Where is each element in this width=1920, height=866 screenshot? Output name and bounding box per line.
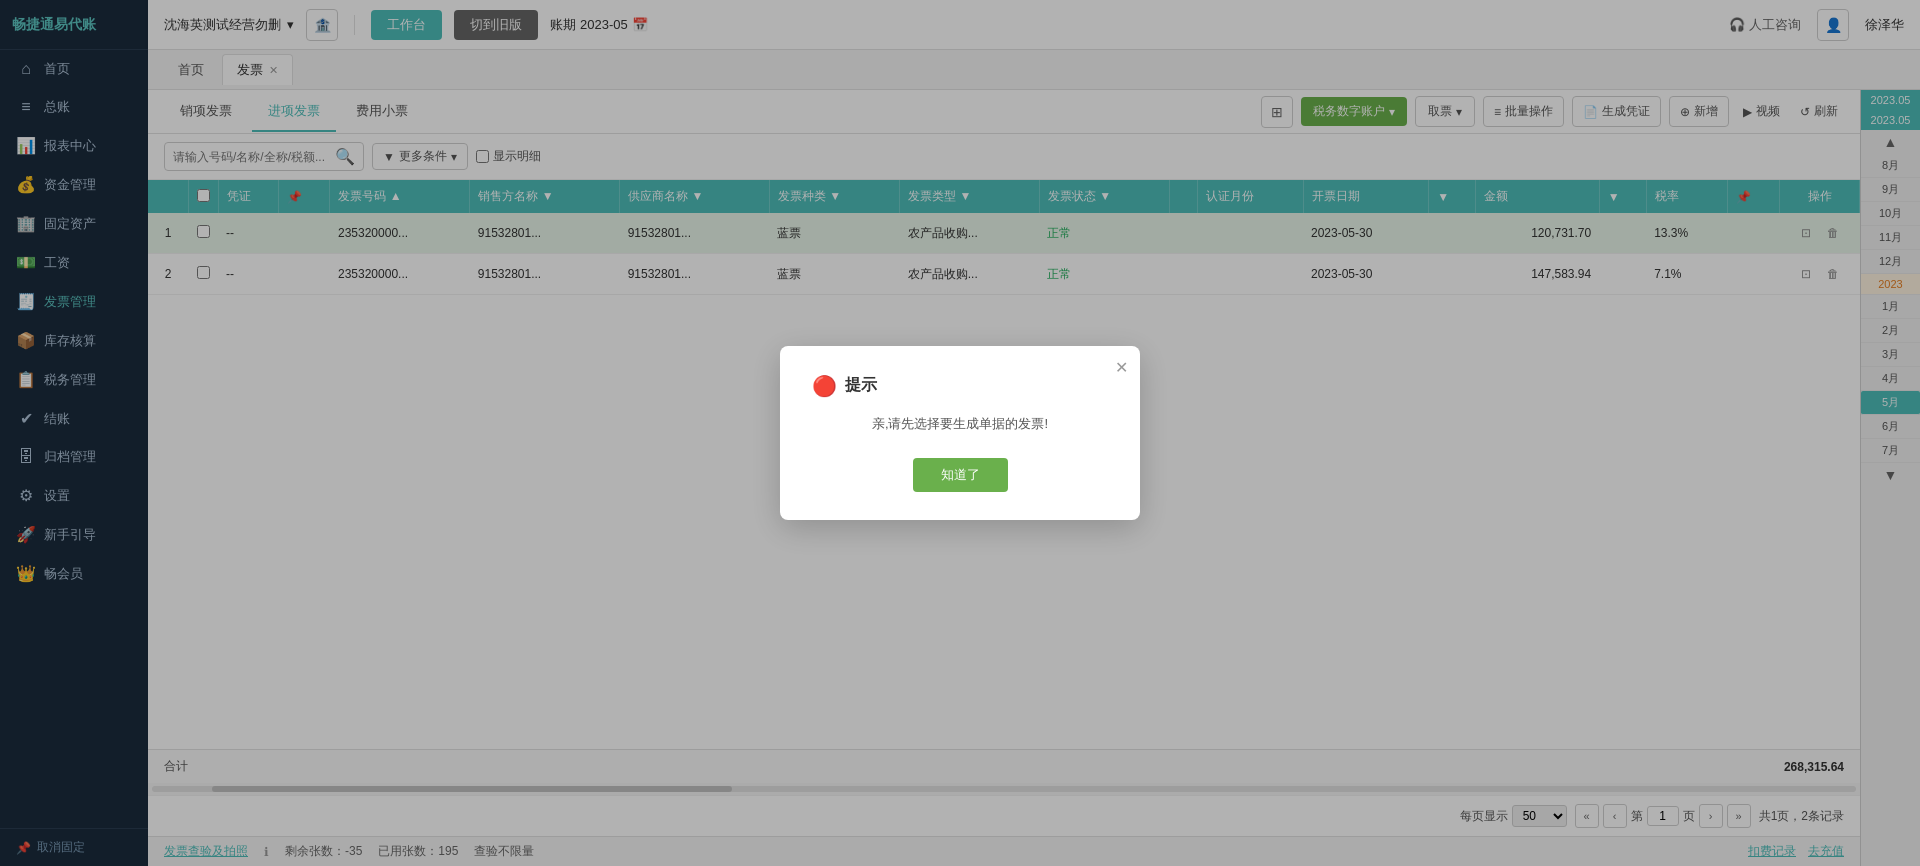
modal-dialog: ✕ 🔴 提示 亲,请先选择要生成单据的发票! 知道了 <box>780 346 1140 521</box>
modal-message: 亲,请先选择要生成单据的发票! <box>872 414 1048 435</box>
warning-icon: 🔴 <box>812 374 837 398</box>
modal-title: 提示 <box>845 375 877 396</box>
modal-close-btn[interactable]: ✕ <box>1115 358 1128 377</box>
modal-confirm-btn[interactable]: 知道了 <box>913 458 1008 492</box>
modal-overlay: ✕ 🔴 提示 亲,请先选择要生成单据的发票! 知道了 <box>0 0 1920 866</box>
modal-title-row: 🔴 提示 <box>812 374 877 398</box>
